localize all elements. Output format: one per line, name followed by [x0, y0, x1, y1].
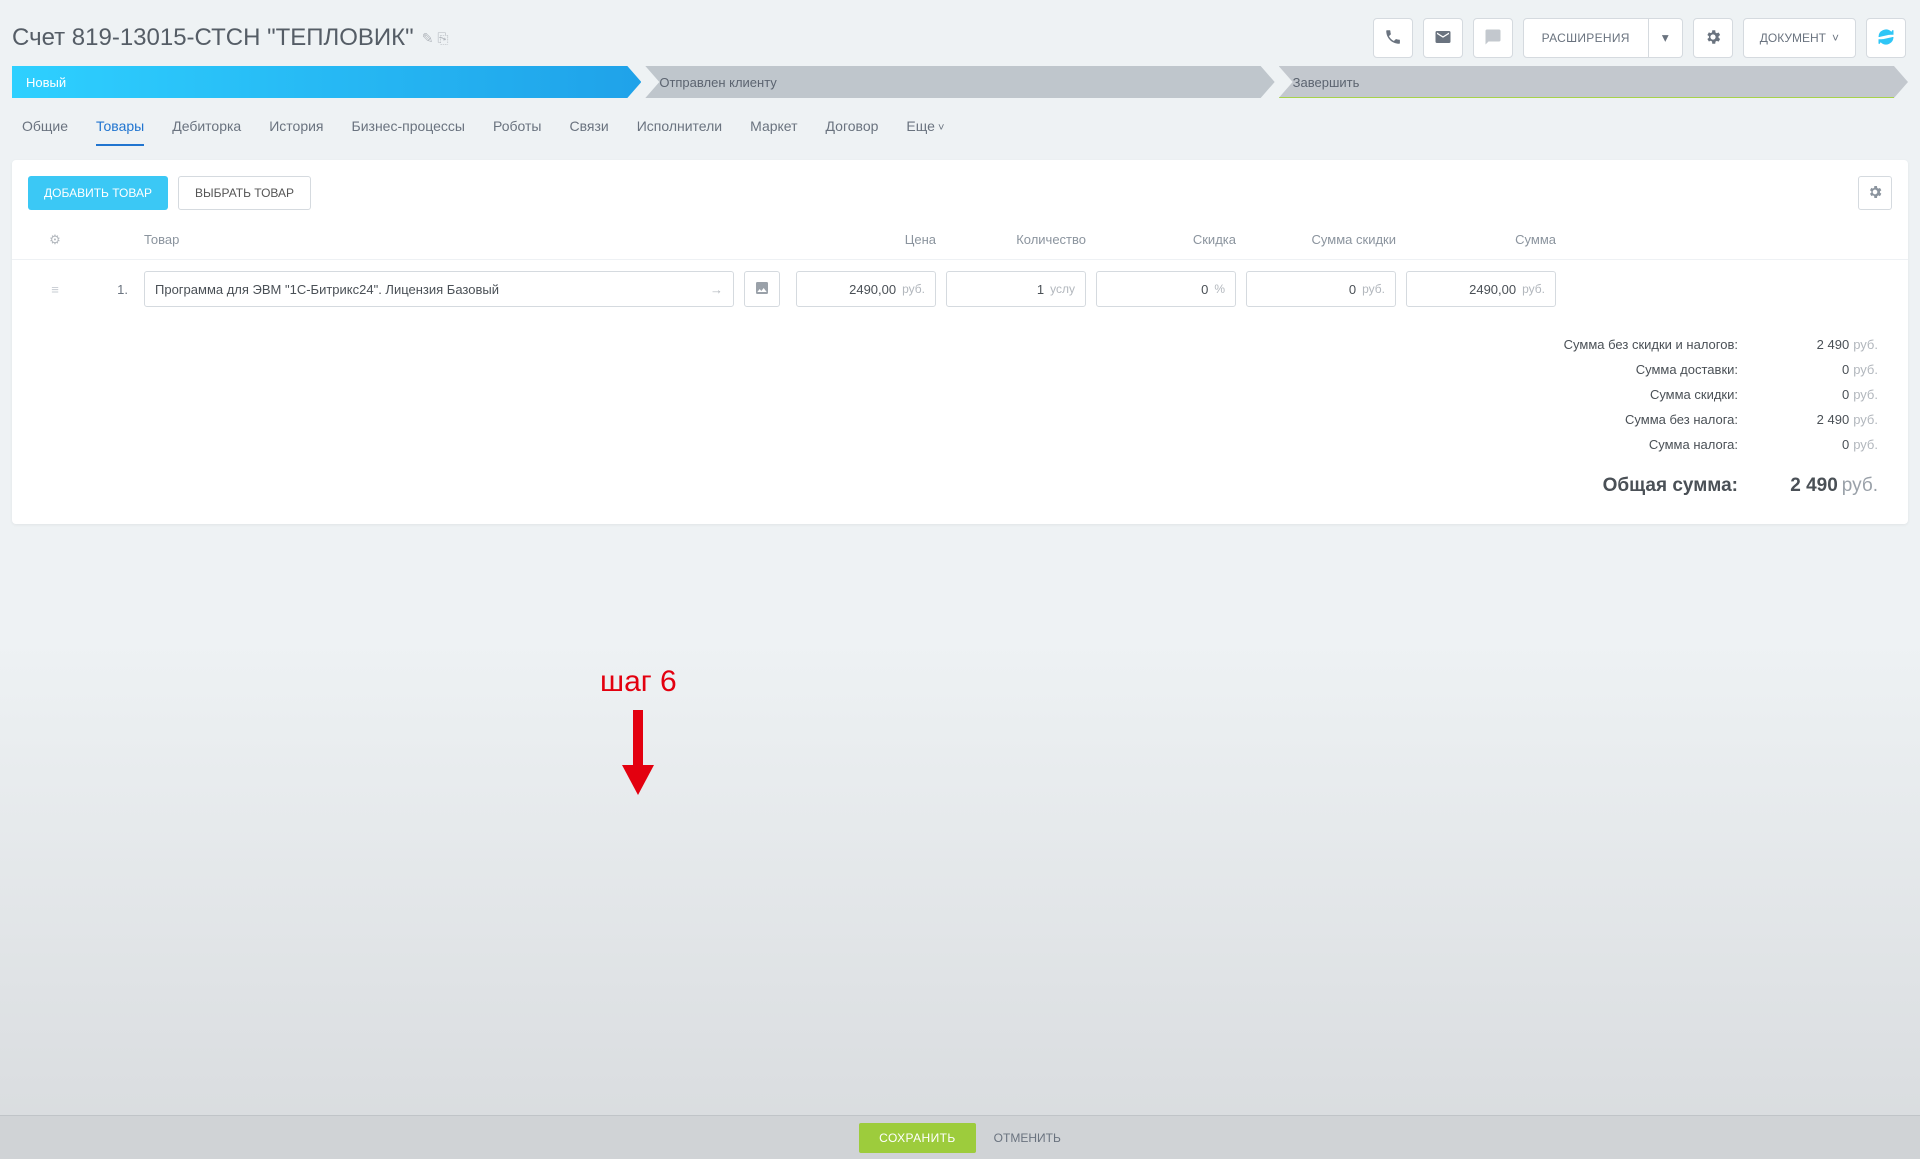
phone-icon	[1384, 28, 1402, 49]
th-price: Цена	[796, 232, 936, 247]
chat-button[interactable]	[1473, 18, 1513, 58]
tab-links[interactable]: Связи	[569, 118, 608, 146]
phone-button[interactable]	[1373, 18, 1413, 58]
tab-history[interactable]: История	[269, 118, 323, 146]
step-annotation: шаг 6	[600, 665, 677, 795]
th-qty: Количество	[946, 232, 1086, 247]
price-input[interactable]: 2490,00руб.	[796, 271, 936, 307]
tab-executors[interactable]: Исполнители	[637, 118, 722, 146]
chat-icon	[1484, 28, 1502, 49]
pencil-icon[interactable]: ✎	[422, 30, 434, 47]
stage-sent[interactable]: Отправлен клиенту	[645, 66, 1274, 98]
tab-debitorka[interactable]: Дебиторка	[172, 118, 241, 146]
extensions-dropdown[interactable]: ▾	[1649, 18, 1683, 58]
sum-input[interactable]: 2490,00руб.	[1406, 271, 1556, 307]
tabs: Общие Товары Дебиторка История Бизнес-пр…	[0, 104, 1920, 146]
product-input[interactable]: Программа для ЭВМ "1С-Битрикс24". Лиценз…	[144, 271, 734, 307]
tab-more[interactable]: Еще	[906, 118, 944, 146]
products-card: ДОБАВИТЬ ТОВАР ВЫБРАТЬ ТОВАР ⚙ Товар Цен…	[12, 160, 1908, 524]
tab-products[interactable]: Товары	[96, 118, 144, 146]
add-product-button[interactable]: ДОБАВИТЬ ТОВАР	[28, 176, 168, 210]
product-name: Программа для ЭВМ "1С-Битрикс24". Лиценз…	[155, 282, 499, 297]
mail-button[interactable]	[1423, 18, 1463, 58]
footer-bar: СОХРАНИТЬ ОТМЕНИТЬ	[0, 1115, 1920, 1159]
table-row: ≡ 1. Программа для ЭВМ "1С-Битрикс24". Л…	[12, 260, 1908, 318]
page-title: Счет 819-13015-СТСН "ТЕПЛОВИК" ✎ ⎘	[12, 24, 1373, 52]
settings-button[interactable]	[1693, 18, 1733, 58]
discount-sum-input[interactable]: 0руб.	[1246, 271, 1396, 307]
cancel-button[interactable]: ОТМЕНИТЬ	[994, 1131, 1061, 1145]
totals-block: Сумма без скидки и налогов:2 490руб. Сум…	[12, 318, 1908, 502]
stage-new[interactable]: Новый	[12, 66, 641, 98]
gear-icon	[1867, 184, 1883, 203]
stage-finish[interactable]: Завершить	[1279, 66, 1908, 98]
th-discount-sum: Сумма скидки	[1246, 232, 1396, 247]
document-button[interactable]: ДОКУМЕНТ ˅	[1743, 18, 1856, 58]
grand-total: Общая сумма: 2 490руб.	[12, 457, 1878, 502]
stage-bar: Новый Отправлен клиенту Завершить	[0, 66, 1920, 104]
document-label: ДОКУМЕНТ	[1760, 31, 1826, 45]
image-icon	[754, 280, 770, 299]
qty-input[interactable]: 1услу	[946, 271, 1086, 307]
chevron-down-icon: ▾	[1662, 30, 1669, 46]
th-product: Товар	[144, 232, 734, 247]
image-button[interactable]	[744, 271, 780, 307]
save-button[interactable]: СОХРАНИТЬ	[859, 1123, 976, 1153]
gear-icon	[1704, 28, 1722, 49]
refresh-icon	[1877, 28, 1895, 49]
link-icon[interactable]: ⎘	[437, 30, 448, 47]
th-sum: Сумма	[1406, 232, 1556, 247]
refresh-button[interactable]	[1866, 18, 1906, 58]
row-number: 1.	[90, 282, 134, 297]
tab-bp[interactable]: Бизнес-процессы	[352, 118, 465, 146]
tab-market[interactable]: Маркет	[750, 118, 797, 146]
chevron-down-icon: ˅	[1832, 31, 1839, 45]
th-discount: Скидка	[1096, 232, 1236, 247]
table-settings-button[interactable]	[1858, 176, 1892, 210]
step-label: шаг 6	[600, 665, 677, 699]
mail-icon	[1434, 28, 1452, 49]
tab-contract[interactable]: Договор	[826, 118, 879, 146]
extensions-button[interactable]: РАСШИРЕНИЯ	[1523, 18, 1649, 58]
tab-general[interactable]: Общие	[22, 118, 68, 146]
table-header: ⚙ Товар Цена Количество Скидка Сумма ски…	[12, 220, 1908, 260]
arrow-right-icon[interactable]: →	[710, 282, 723, 297]
gear-icon[interactable]: ⚙	[49, 232, 61, 247]
select-product-button[interactable]: ВЫБРАТЬ ТОВАР	[178, 176, 311, 210]
tab-robots[interactable]: Роботы	[493, 118, 541, 146]
drag-handle-icon[interactable]: ≡	[30, 282, 80, 297]
page-title-text: Счет 819-13015-СТСН "ТЕПЛОВИК"	[12, 24, 414, 52]
discount-input[interactable]: 0%	[1096, 271, 1236, 307]
